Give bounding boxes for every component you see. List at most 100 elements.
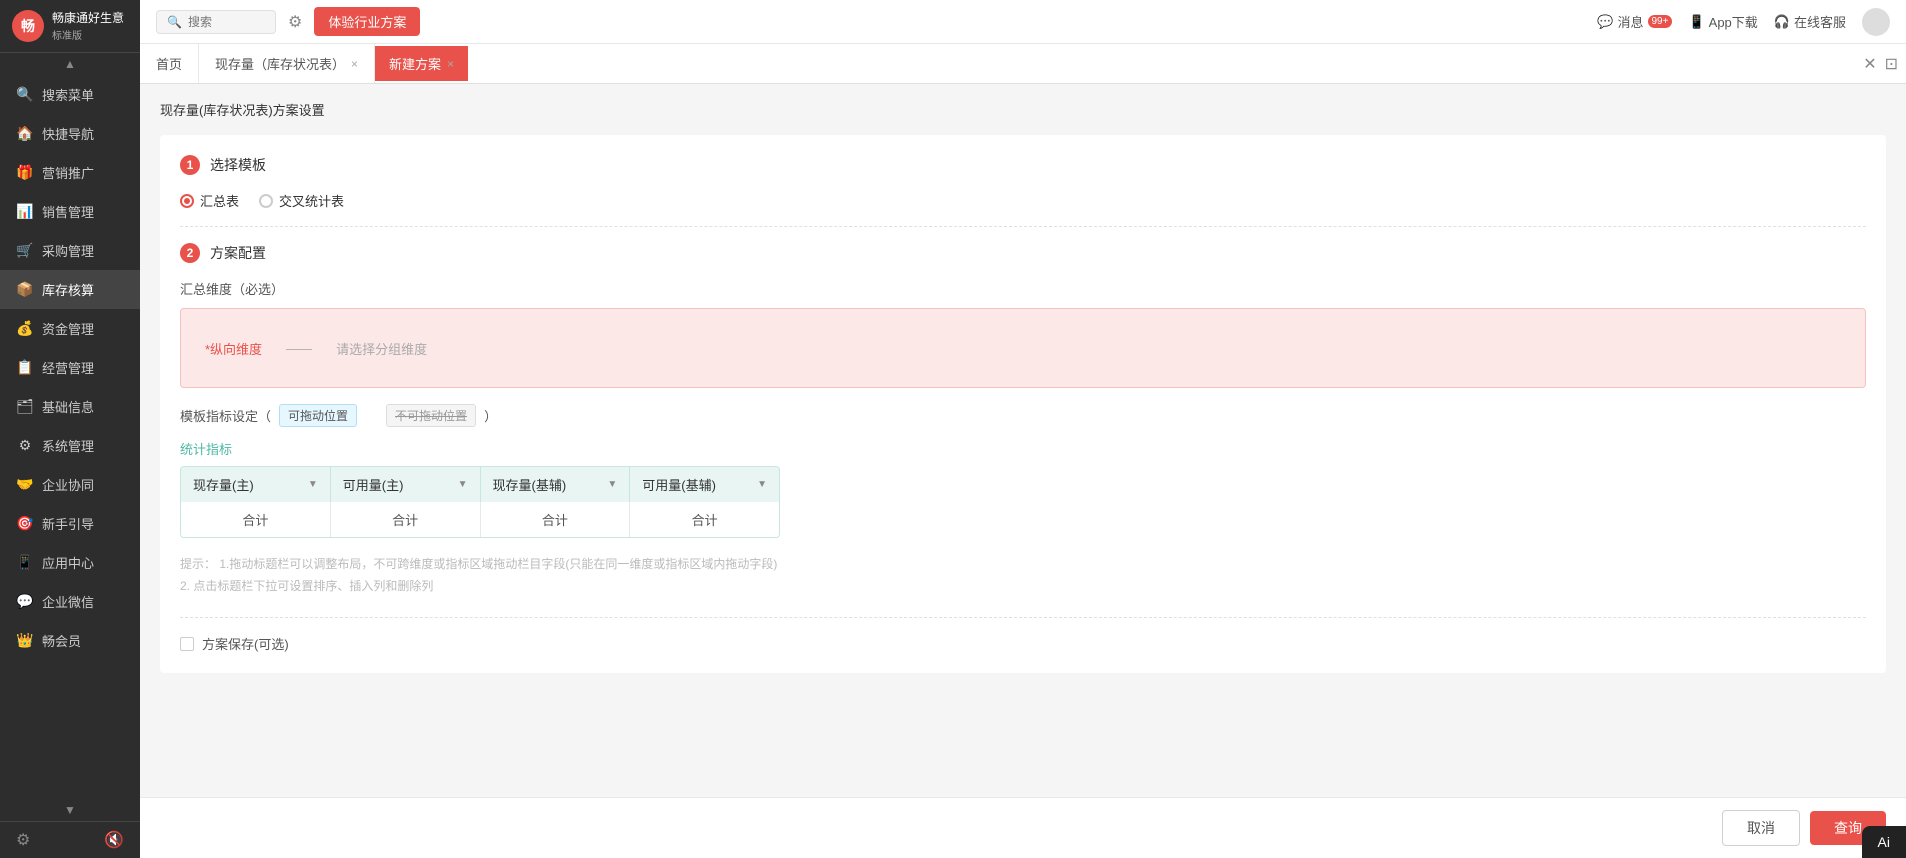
sidebar-scroll-down[interactable]: ▼ [0, 799, 140, 821]
tab-expand-icon[interactable]: ⊡ [1885, 54, 1898, 74]
sidebar-label-wechat: 企业微信 [42, 592, 94, 611]
radio-dot-cross [259, 194, 273, 208]
sidebar-nav: 🔍 搜索菜单 🏠 快捷导航 🎁 营销推广 📊 销售管理 🛒 采购管理 📦 库存核… [0, 75, 140, 799]
tab-new-plan[interactable]: 新建方案 × [375, 46, 468, 81]
dimension-area[interactable]: *纵向维度 —— 请选择分组维度 [180, 308, 1866, 388]
tip-line-1: 提示： 1.拖动标题栏可以调整布局，不可跨维度或指标区域拖动栏目字段(只能在同一… [180, 554, 1866, 576]
ai-float-button[interactable]: Ai [1862, 826, 1906, 858]
dimension-required: *纵向维度 [205, 339, 262, 358]
gear-icon[interactable]: ⚙ [288, 12, 302, 32]
phone-icon: 📱 [1688, 14, 1704, 30]
sidebar-label-inventory: 库存核算 [42, 280, 94, 299]
indicator-config-suffix: ） [484, 406, 497, 425]
sidebar-logo: 畅 畅康通好生意 标准版 [0, 0, 140, 53]
stats-body-3: 合计 [630, 502, 779, 537]
sidebar-scroll-up[interactable]: ▲ [0, 53, 140, 75]
sidebar-item-inventory[interactable]: 📦 库存核算 [0, 270, 140, 309]
stats-col-0-label: 现存量(主) [193, 475, 254, 494]
tab-close-all-icon[interactable]: ✕ [1863, 54, 1876, 74]
step1-header: 1 选择模板 [180, 155, 1866, 175]
box-icon: 📦 [16, 281, 34, 299]
dimension-config-label: 汇总维度（必选） [180, 279, 1866, 298]
stats-body-0: 合计 [181, 502, 331, 537]
sidebar-item-shortcut[interactable]: 🏠 快捷导航 [0, 114, 140, 153]
dimension-dash: —— [286, 341, 312, 356]
gear-icon: ⚙ [16, 437, 34, 455]
dimension-placeholder: *纵向维度 —— 请选择分组维度 [205, 339, 427, 358]
stats-col-0[interactable]: 现存量(主) ▼ [181, 467, 331, 502]
save-checkbox[interactable] [180, 637, 194, 651]
tab-inventory-close[interactable]: × [351, 58, 358, 70]
phone-icon: 📱 [16, 554, 34, 572]
stats-col-1[interactable]: 可用量(主) ▼ [331, 467, 481, 502]
radio-summary[interactable]: 汇总表 [180, 191, 239, 210]
ai-label: Ai [1878, 834, 1890, 850]
chat-icon: 💬 [16, 593, 34, 611]
sidebar-label-shortcut: 快捷导航 [42, 124, 94, 143]
handshake-icon: 🤝 [16, 476, 34, 494]
stats-label: 统计指标 [180, 439, 1866, 458]
step1-num: 1 [180, 155, 200, 175]
stats-col-2[interactable]: 现存量(基辅) ▼ [481, 467, 631, 502]
cancel-button[interactable]: 取消 [1722, 810, 1800, 846]
indicator-config-row: 模板指标设定（ 可拖动位置 不可拖动位置 ） [180, 404, 1866, 427]
stats-table-header: 现存量(主) ▼ 可用量(主) ▼ 现存量(基辅) ▼ 可用量(基辅) [181, 467, 779, 502]
search-input[interactable] [188, 15, 258, 29]
template-radio-group: 汇总表 交叉统计表 [180, 191, 1866, 210]
sidebar-label-marketing: 营销推广 [42, 163, 94, 182]
sidebar-item-search[interactable]: 🔍 搜索菜单 [0, 75, 140, 114]
gift-icon: 🎁 [16, 164, 34, 182]
tab-inventory-status[interactable]: 现存量（库存状况表） × [199, 44, 375, 83]
mute-icon[interactable]: 🔇 [104, 830, 124, 850]
radio-cross[interactable]: 交叉统计表 [259, 191, 344, 210]
topbar: 🔍 ⚙ 体验行业方案 💬 消息 99+ 📱 App下载 🎧 在线客服 [140, 0, 1906, 44]
sidebar-item-label: 搜索菜单 [42, 85, 94, 104]
sidebar-item-apps[interactable]: 📱 应用中心 [0, 543, 140, 582]
page-content: 现存量(库存状况表)方案设置 1 选择模板 汇总表 交叉统计表 2 [140, 84, 1906, 797]
sidebar-label-apps: 应用中心 [42, 553, 94, 572]
crown-icon: 👑 [16, 632, 34, 650]
sidebar-label-member: 畅会员 [42, 631, 81, 650]
sidebar-item-sales[interactable]: 📊 销售管理 [0, 192, 140, 231]
stats-section: 统计指标 现存量(主) ▼ 可用量(主) ▼ 现存量(基辅) [180, 439, 1866, 538]
message-icon: 💬 [1597, 14, 1613, 30]
col-1-chevron: ▼ [458, 479, 468, 490]
sidebar-item-newbie[interactable]: 🎯 新手引导 [0, 504, 140, 543]
user-avatar[interactable] [1862, 8, 1890, 36]
step2-header: 2 方案配置 [180, 243, 1866, 263]
tips-section: 提示： 1.拖动标题栏可以调整布局，不可跨维度或指标区域拖动栏目字段(只能在同一… [180, 554, 1866, 597]
step2-num: 2 [180, 243, 200, 263]
tab-home[interactable]: 首页 [140, 44, 199, 83]
customer-service-item[interactable]: 🎧 在线客服 [1774, 12, 1846, 31]
sidebar-item-operation[interactable]: 📋 经营管理 [0, 348, 140, 387]
message-item[interactable]: 💬 消息 99+ [1597, 12, 1672, 31]
sidebar-item-basic[interactable]: 🗂 基础信息 [0, 387, 140, 426]
sidebar-item-corp[interactable]: 🤝 企业协同 [0, 465, 140, 504]
tab-new-close[interactable]: × [447, 58, 454, 70]
settings-icon[interactable]: ⚙ [16, 830, 30, 850]
indicator-config-label: 模板指标设定（ [180, 406, 271, 425]
app-download-label: App下载 [1709, 12, 1758, 31]
sidebar-item-marketing[interactable]: 🎁 营销推广 [0, 153, 140, 192]
money-icon: 💰 [16, 320, 34, 338]
app-download-item[interactable]: 📱 App下载 [1688, 12, 1757, 31]
step2-label: 方案配置 [210, 243, 266, 263]
logo-text: 畅康通好生意 标准版 [52, 10, 124, 42]
logo-sub: 标准版 [52, 27, 124, 42]
sidebar: 畅 畅康通好生意 标准版 ▲ 🔍 搜索菜单 🏠 快捷导航 🎁 营销推广 📊 销售… [0, 0, 140, 858]
radio-summary-label: 汇总表 [200, 191, 239, 210]
sidebar-item-finance[interactable]: 💰 资金管理 [0, 309, 140, 348]
sidebar-item-member[interactable]: 👑 畅会员 [0, 621, 140, 660]
sidebar-item-system[interactable]: ⚙ 系统管理 [0, 426, 140, 465]
tab-new-label: 新建方案 [389, 54, 441, 73]
step1-label: 选择模板 [210, 155, 266, 175]
stats-col-3[interactable]: 可用量(基辅) ▼ [630, 467, 779, 502]
sidebar-item-purchase[interactable]: 🛒 采购管理 [0, 231, 140, 270]
sidebar-label-operation: 经营管理 [42, 358, 94, 377]
not-draggable-tag: 不可拖动位置 [386, 404, 476, 427]
cart-icon: 🛒 [16, 242, 34, 260]
draggable-tag: 可拖动位置 [279, 404, 357, 427]
sidebar-item-wechat[interactable]: 💬 企业微信 [0, 582, 140, 621]
sidebar-label-corp: 企业协同 [42, 475, 94, 494]
industry-plan-button[interactable]: 体验行业方案 [314, 7, 420, 36]
